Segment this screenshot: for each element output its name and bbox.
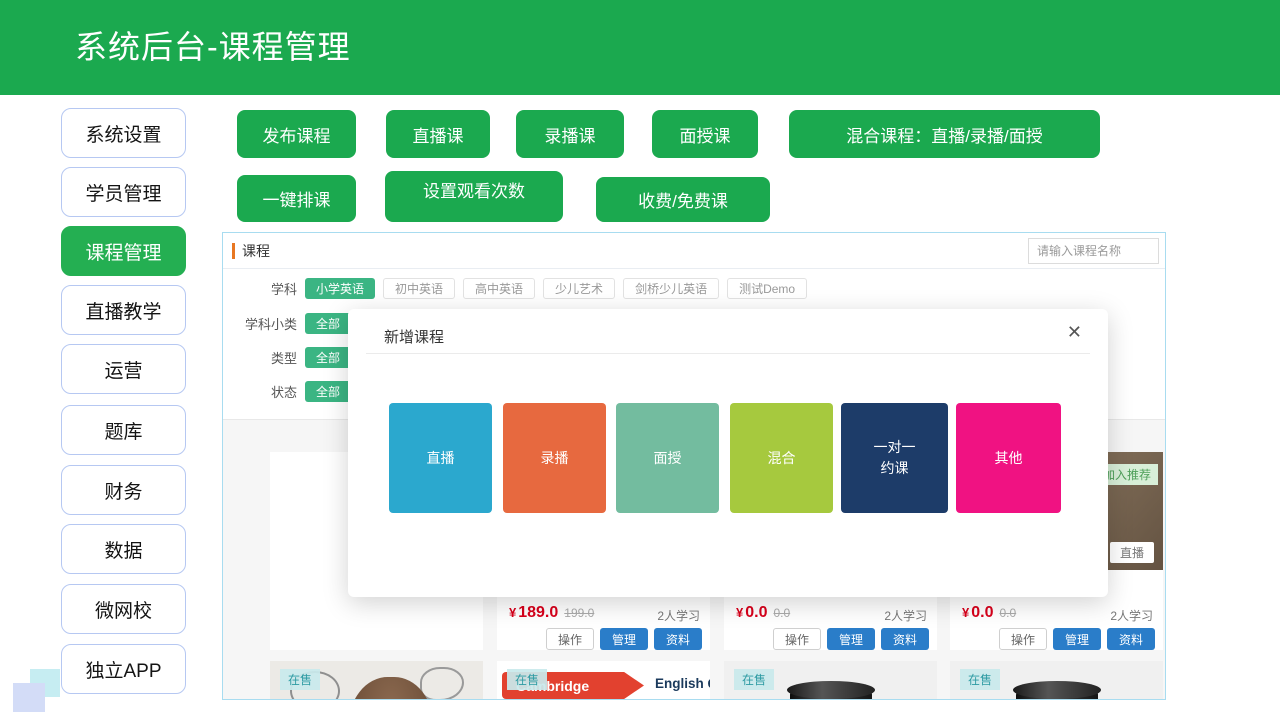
- sidebar-item-question-bank[interactable]: 题库: [61, 405, 186, 455]
- currency-symbol: ¥: [509, 605, 516, 620]
- course-price: 0.0: [745, 604, 767, 621]
- price-row: ¥189.0 199.0 2人学习: [509, 604, 700, 624]
- paid-free-course-button[interactable]: 收费/免费课: [596, 177, 770, 222]
- course-card[interactable]: 在售: [950, 661, 1163, 700]
- currency-symbol: ¥: [962, 605, 969, 620]
- brand-text: English Qualifications: [655, 676, 710, 691]
- page-title: 系统后台-课程管理: [75, 0, 351, 95]
- sidebar-item-data[interactable]: 数据: [61, 524, 186, 574]
- course-card[interactable]: 在售: [724, 661, 937, 700]
- filter-tag-senior-english[interactable]: 高中英语: [463, 278, 535, 299]
- original-price: 0.0: [999, 606, 1016, 620]
- sidebar-item-finance[interactable]: 财务: [61, 465, 186, 515]
- object-photo-graphic: [787, 681, 875, 699]
- panel-title: 课程: [242, 233, 270, 269]
- operate-button[interactable]: 操作: [546, 628, 594, 650]
- course-card[interactable]: Cambridge English Qualifications 在售: [497, 661, 710, 700]
- offline-course-button[interactable]: 面授课: [652, 110, 758, 158]
- manage-button[interactable]: 管理: [1053, 628, 1101, 650]
- filter-row-status: 状态 全部: [223, 380, 351, 402]
- modal-title: 新增课程: [384, 326, 444, 347]
- currency-symbol: ¥: [736, 605, 743, 620]
- manage-button[interactable]: 管理: [600, 628, 648, 650]
- course-type-live[interactable]: 直播: [389, 403, 492, 513]
- sidebar-item-standalone-app[interactable]: 独立APP: [61, 644, 186, 694]
- filter-tag-type-all[interactable]: 全部: [305, 347, 351, 368]
- mixed-course-button[interactable]: 混合课程：直播/录播/面授: [789, 110, 1100, 158]
- card-actions: 操作 管理 资料: [773, 628, 929, 650]
- filter-row-type: 类型 全部: [223, 346, 351, 368]
- course-price: 0.0: [971, 604, 993, 621]
- sidebar-item-operations[interactable]: 运营: [61, 344, 186, 394]
- filter-tag-status-all[interactable]: 全部: [305, 381, 351, 402]
- decorative-square-lavender: [13, 683, 45, 712]
- one-click-schedule-button[interactable]: 一键排课: [237, 175, 356, 222]
- sidebar-item-micro-school[interactable]: 微网校: [61, 584, 186, 634]
- manage-button[interactable]: 管理: [827, 628, 875, 650]
- live-course-button[interactable]: 直播课: [386, 110, 490, 158]
- new-course-modal: 新增课程 ✕ 直播 录播 面授 混合 一对一 约课 其他: [348, 309, 1108, 597]
- course-type-offline[interactable]: 面授: [616, 403, 719, 513]
- course-card[interactable]: 在售: [270, 661, 483, 700]
- sidebar-item-live-teaching[interactable]: 直播教学: [61, 285, 186, 335]
- original-price: 0.0: [773, 606, 790, 620]
- material-button[interactable]: 资料: [654, 628, 702, 650]
- course-search-input[interactable]: [1028, 238, 1159, 264]
- on-sale-badge: 在售: [280, 669, 320, 690]
- sidebar-item-course-management[interactable]: 课程管理: [61, 226, 186, 276]
- modal-divider: [366, 353, 1090, 354]
- card-actions: 操作 管理 资料: [999, 628, 1155, 650]
- filter-tag-test-demo[interactable]: 测试Demo: [727, 278, 807, 299]
- students-count: 2人学习: [884, 607, 927, 624]
- filter-row-subcategory: 学科小类 全部: [223, 312, 351, 334]
- course-type-badge: 直播: [1110, 542, 1154, 563]
- price-row: ¥0.0 0.0 2人学习: [736, 604, 927, 624]
- close-icon[interactable]: ✕: [1067, 322, 1082, 343]
- material-button[interactable]: 资料: [881, 628, 929, 650]
- object-photo-graphic: [1013, 681, 1101, 699]
- on-sale-badge: 在售: [960, 669, 1000, 690]
- material-button[interactable]: 资料: [1107, 628, 1155, 650]
- filter-tag-subcategory-all[interactable]: 全部: [305, 313, 351, 334]
- operate-button[interactable]: 操作: [999, 628, 1047, 650]
- price-row: ¥0.0 0.0 2人学习: [962, 604, 1153, 624]
- course-price: 189.0: [518, 604, 558, 621]
- course-type-recorded[interactable]: 录播: [503, 403, 606, 513]
- students-count: 2人学习: [1110, 607, 1153, 624]
- panel-header: 课程: [223, 233, 1165, 269]
- page: 系统后台-课程管理 系统设置 学员管理 课程管理 直播教学 运营 题库 财务 数…: [0, 0, 1280, 720]
- set-view-count-button[interactable]: 设置观看次数: [385, 171, 563, 222]
- original-price: 199.0: [564, 606, 594, 620]
- publish-course-button[interactable]: 发布课程: [237, 110, 356, 158]
- filter-tag-children-art[interactable]: 少儿艺术: [543, 278, 615, 299]
- recorded-course-button[interactable]: 录播课: [516, 110, 624, 158]
- filter-label-subcategory: 学科小类: [223, 314, 297, 333]
- course-type-one-on-one[interactable]: 一对一 约课: [841, 403, 948, 513]
- card-actions: 操作 管理 资料: [546, 628, 702, 650]
- sidebar-item-student-management[interactable]: 学员管理: [61, 167, 186, 217]
- filter-tag-primary-english[interactable]: 小学英语: [305, 278, 375, 299]
- course-type-mixed[interactable]: 混合: [730, 403, 833, 513]
- on-sale-badge: 在售: [734, 669, 774, 690]
- course-type-other[interactable]: 其他: [956, 403, 1061, 513]
- sidebar-item-system-settings[interactable]: 系统设置: [61, 108, 186, 158]
- on-sale-badge: 在售: [507, 669, 547, 690]
- filter-label-subject: 学科: [223, 279, 297, 298]
- app-header: 系统后台-课程管理: [0, 0, 1280, 95]
- filter-tag-cambridge-english[interactable]: 剑桥少儿英语: [623, 278, 719, 299]
- operate-button[interactable]: 操作: [773, 628, 821, 650]
- panel-accent-bar: [232, 243, 235, 259]
- students-count: 2人学习: [657, 607, 700, 624]
- filter-row-subject: 学科 小学英语 初中英语 高中英语 少儿艺术 剑桥少儿英语 测试Demo: [223, 277, 807, 299]
- filter-tag-junior-english[interactable]: 初中英语: [383, 278, 455, 299]
- filter-label-status: 状态: [223, 382, 297, 401]
- filter-label-type: 类型: [223, 348, 297, 367]
- sketch-doodle: [420, 667, 464, 700]
